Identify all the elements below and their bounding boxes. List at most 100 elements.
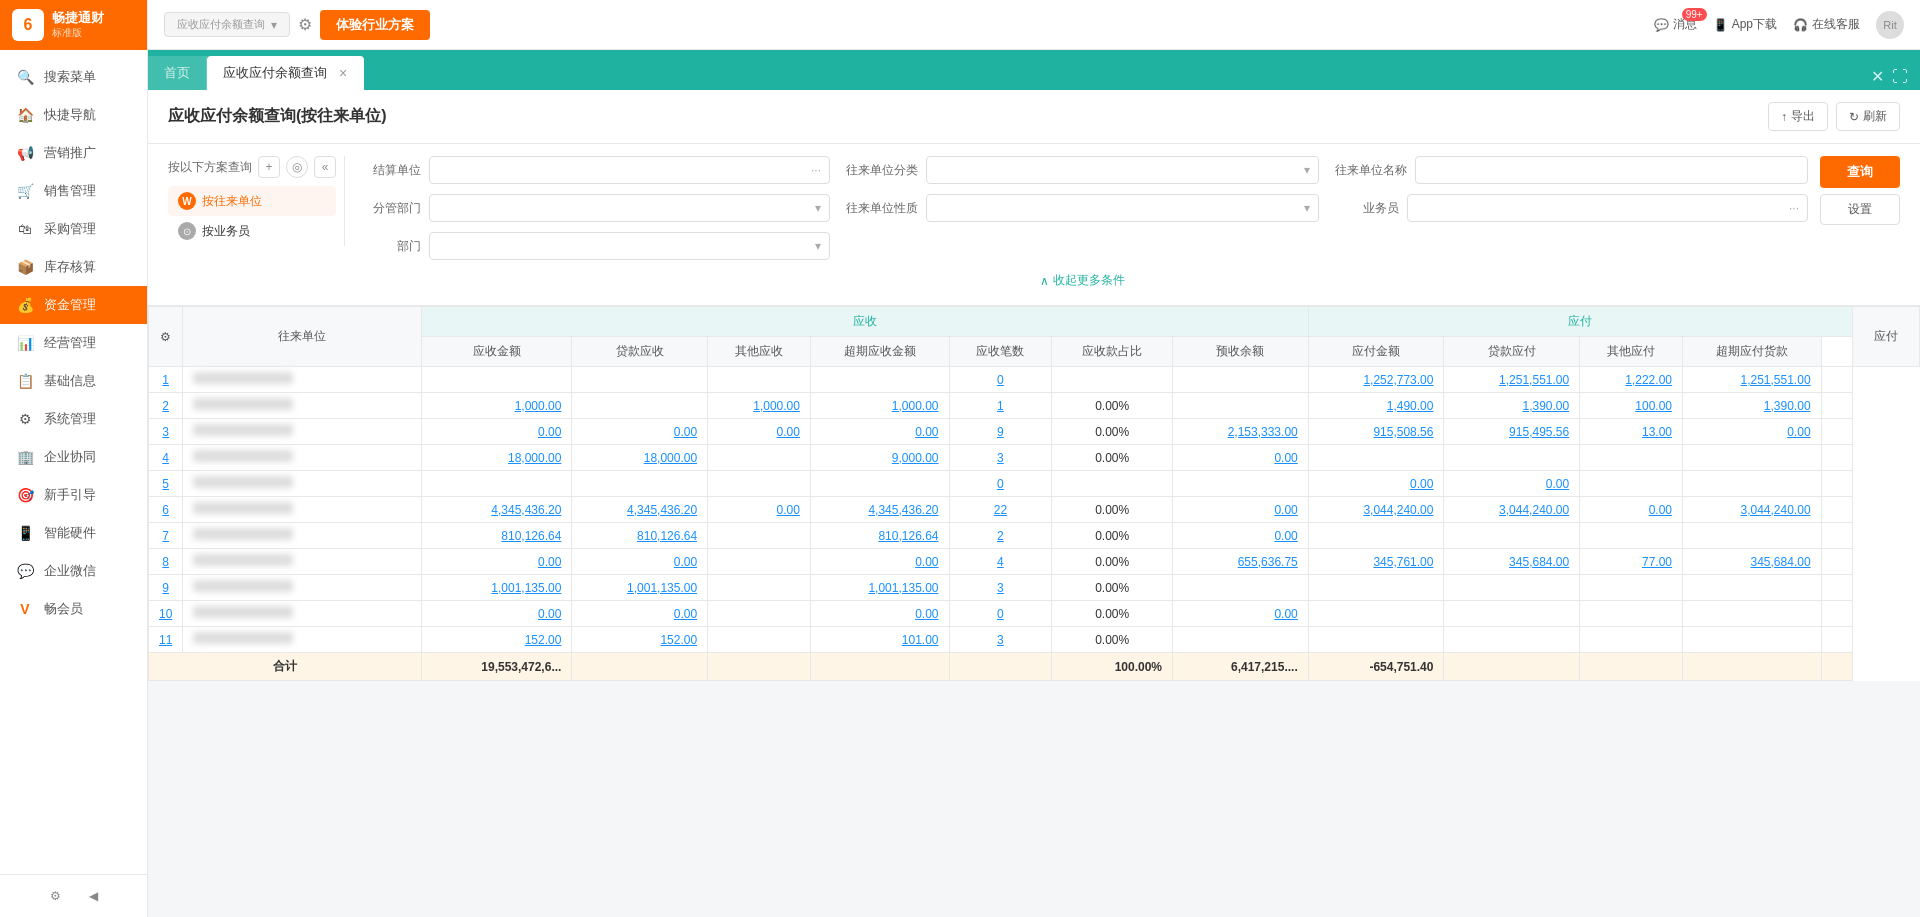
filter-wanglai-type-input[interactable]: ▾ (926, 156, 1319, 184)
td-unit (183, 601, 421, 627)
query-button[interactable]: 查询 (1820, 156, 1900, 188)
sidebar-item-quick[interactable]: 🏠 快捷导航 (0, 96, 147, 134)
td-unit (183, 627, 421, 653)
filter-yewuyuan-input[interactable]: ··· (1407, 194, 1808, 222)
scheme-unit-label: 按往来单位 (202, 193, 262, 210)
table-row: 100.000.000.0000.00%0.00 (149, 601, 1920, 627)
filter-wanglai-type-label: 往来单位分类 (846, 162, 918, 179)
breadcrumb: 应收应付余额查询 ▾ (164, 12, 290, 37)
sidebar-item-inventory[interactable]: 📦 库存核算 (0, 248, 147, 286)
td-unit (183, 393, 421, 419)
th-yingfu-tail: 应付 (1852, 307, 1919, 367)
sidebar-item-label: 智能硬件 (44, 524, 96, 542)
footer-label: 合计 (149, 653, 422, 681)
enterprise-icon: 🏢 (16, 449, 34, 465)
sidebar-item-label: 新手引导 (44, 486, 96, 504)
scheme-unit-icon: W (178, 192, 196, 210)
system-icon: ⚙ (16, 411, 34, 427)
collapse-button[interactable]: ∧ 收起更多条件 (1040, 272, 1125, 289)
sidebar-item-enterprise[interactable]: 🏢 企业协同 (0, 438, 147, 476)
filter-jiesuan: 结算单位 ··· (357, 156, 830, 184)
user-menu[interactable]: Rit (1876, 11, 1904, 39)
filter-wanglai-name-input[interactable] (1415, 156, 1808, 184)
sidebar-item-basic[interactable]: 📋 基础信息 (0, 362, 147, 400)
table-row: 91,001,135.001,001,135.001,001,135.0030.… (149, 575, 1920, 601)
tab-close-icon[interactable]: × (339, 65, 347, 81)
header-gear-icon[interactable]: ⚙ (298, 15, 312, 34)
sidebar-item-label: 畅会员 (44, 600, 83, 618)
sidebar-item-purchase[interactable]: 🛍 采购管理 (0, 210, 147, 248)
filter-collapse: ∧ 收起更多条件 (357, 268, 1808, 293)
sidebar-item-label: 搜索菜单 (44, 68, 96, 86)
chevron-up-icon: ∧ (1040, 274, 1049, 288)
sidebar-item-sales[interactable]: 🛒 销售管理 (0, 172, 147, 210)
scheme-staff[interactable]: ⊙ 按业务员 (168, 216, 336, 246)
trial-button[interactable]: 体验行业方案 (320, 10, 430, 40)
sidebar-item-search[interactable]: 🔍 搜索菜单 (0, 58, 147, 96)
message-badge: 99+ (1682, 8, 1707, 21)
filter-fenguan: 分管部门 ▾ (357, 194, 830, 222)
export-icon: ↑ (1781, 110, 1787, 124)
th-chaoji-amount: 超期应收金额 (810, 337, 949, 367)
logo-icon: 6 (12, 9, 44, 41)
footer-qita-yingfu (1580, 653, 1683, 681)
export-button[interactable]: ↑ 导出 (1768, 102, 1828, 131)
filter-bumen: 部门 ▾ (357, 232, 830, 260)
filter-wanglai-type: 往来单位分类 ▾ (846, 156, 1319, 184)
filter-wanglai-nature: 往来单位性质 ▾ (846, 194, 1319, 222)
service-button[interactable]: 🎧 在线客服 (1793, 16, 1860, 33)
member-icon: V (16, 601, 34, 617)
filter-bumen-input[interactable]: ▾ (429, 232, 830, 260)
app-download-button[interactable]: 📱 App下载 (1713, 16, 1777, 33)
filter-fenguan-label: 分管部门 (357, 200, 421, 217)
service-icon: 🎧 (1793, 18, 1808, 32)
finance-icon: 💰 (16, 297, 34, 313)
refresh-button[interactable]: ↻ 刷新 (1836, 102, 1900, 131)
sidebar-item-label: 资金管理 (44, 296, 96, 314)
th-yingshou-ratio: 应收款占比 (1052, 337, 1173, 367)
sidebar-item-marketing[interactable]: 📢 营销推广 (0, 134, 147, 172)
sidebar-item-label: 企业协同 (44, 448, 96, 466)
sidebar-item-operations[interactable]: 📊 经营管理 (0, 324, 147, 362)
tab-home[interactable]: 首页 (148, 56, 207, 90)
filter-wanglai-nature-input[interactable]: ▾ (926, 194, 1319, 222)
maximize-icon[interactable]: ⛶ (1892, 68, 1908, 86)
th-yingshou-amount: 应收金额 (421, 337, 572, 367)
dropdown-arrow-icon: ▾ (1304, 163, 1310, 177)
settings-btn[interactable]: ⚙ (38, 883, 73, 909)
filter-fenguan-input[interactable]: ▾ (429, 194, 830, 222)
tab-bar-actions: ✕ ⛶ (1871, 67, 1920, 90)
collapse-scheme-button[interactable]: « (314, 156, 336, 178)
tab-bar: 首页 应收应付余额查询 × ✕ ⛶ (148, 50, 1920, 90)
sidebar-item-system[interactable]: ⚙ 系统管理 (0, 400, 147, 438)
message-button[interactable]: 💬 消息 99+ (1654, 16, 1697, 33)
filter-wanglai-name: 往来单位名称 (1335, 156, 1808, 184)
footer-daikuan (572, 653, 708, 681)
th-qita-yingshou: 其他应收 (708, 337, 811, 367)
close-window-icon[interactable]: ✕ (1871, 67, 1884, 86)
sidebar-item-guide[interactable]: 🎯 新手引导 (0, 476, 147, 514)
filter-jiesuan-input[interactable]: ··· (429, 156, 830, 184)
main-area: 应收应付余额查询 ▾ ⚙ 体验行业方案 💬 消息 99+ 📱 App下载 🎧 在… (148, 0, 1920, 917)
query-tab-label: 应收应付余额查询 (223, 64, 327, 82)
add-scheme-button[interactable]: + (258, 156, 280, 178)
sidebar-item-member[interactable]: V 畅会员 (0, 590, 147, 628)
setting-button[interactable]: 设置 (1820, 194, 1900, 225)
td-unit (183, 367, 421, 393)
sidebar-item-finance[interactable]: 💰 资金管理 (0, 286, 147, 324)
collapse-btn[interactable]: ◀ (77, 883, 110, 909)
td-unit (183, 575, 421, 601)
edit-scheme-button[interactable]: ◎ (286, 156, 308, 178)
sidebar-item-hardware[interactable]: 📱 智能硬件 (0, 514, 147, 552)
th-settings[interactable]: ⚙ (149, 307, 183, 367)
sidebar-item-label: 销售管理 (44, 182, 96, 200)
scheme-unit[interactable]: W 按往来单位 (168, 186, 336, 216)
tab-query[interactable]: 应收应付余额查询 × (207, 56, 364, 90)
sidebar-item-label: 系统管理 (44, 410, 96, 428)
sidebar-item-label: 采购管理 (44, 220, 96, 238)
filter-bumen-label: 部门 (357, 238, 421, 255)
sidebar-item-wechat[interactable]: 💬 企业微信 (0, 552, 147, 590)
filter-area: 按以下方案查询 + ◎ « W 按往来单位 ⊙ 按业务员 (148, 144, 1920, 306)
footer-chaoji-yingfu (1682, 653, 1821, 681)
filter-grid: 结算单位 ··· 往来单位分类 ▾ (357, 156, 1808, 260)
